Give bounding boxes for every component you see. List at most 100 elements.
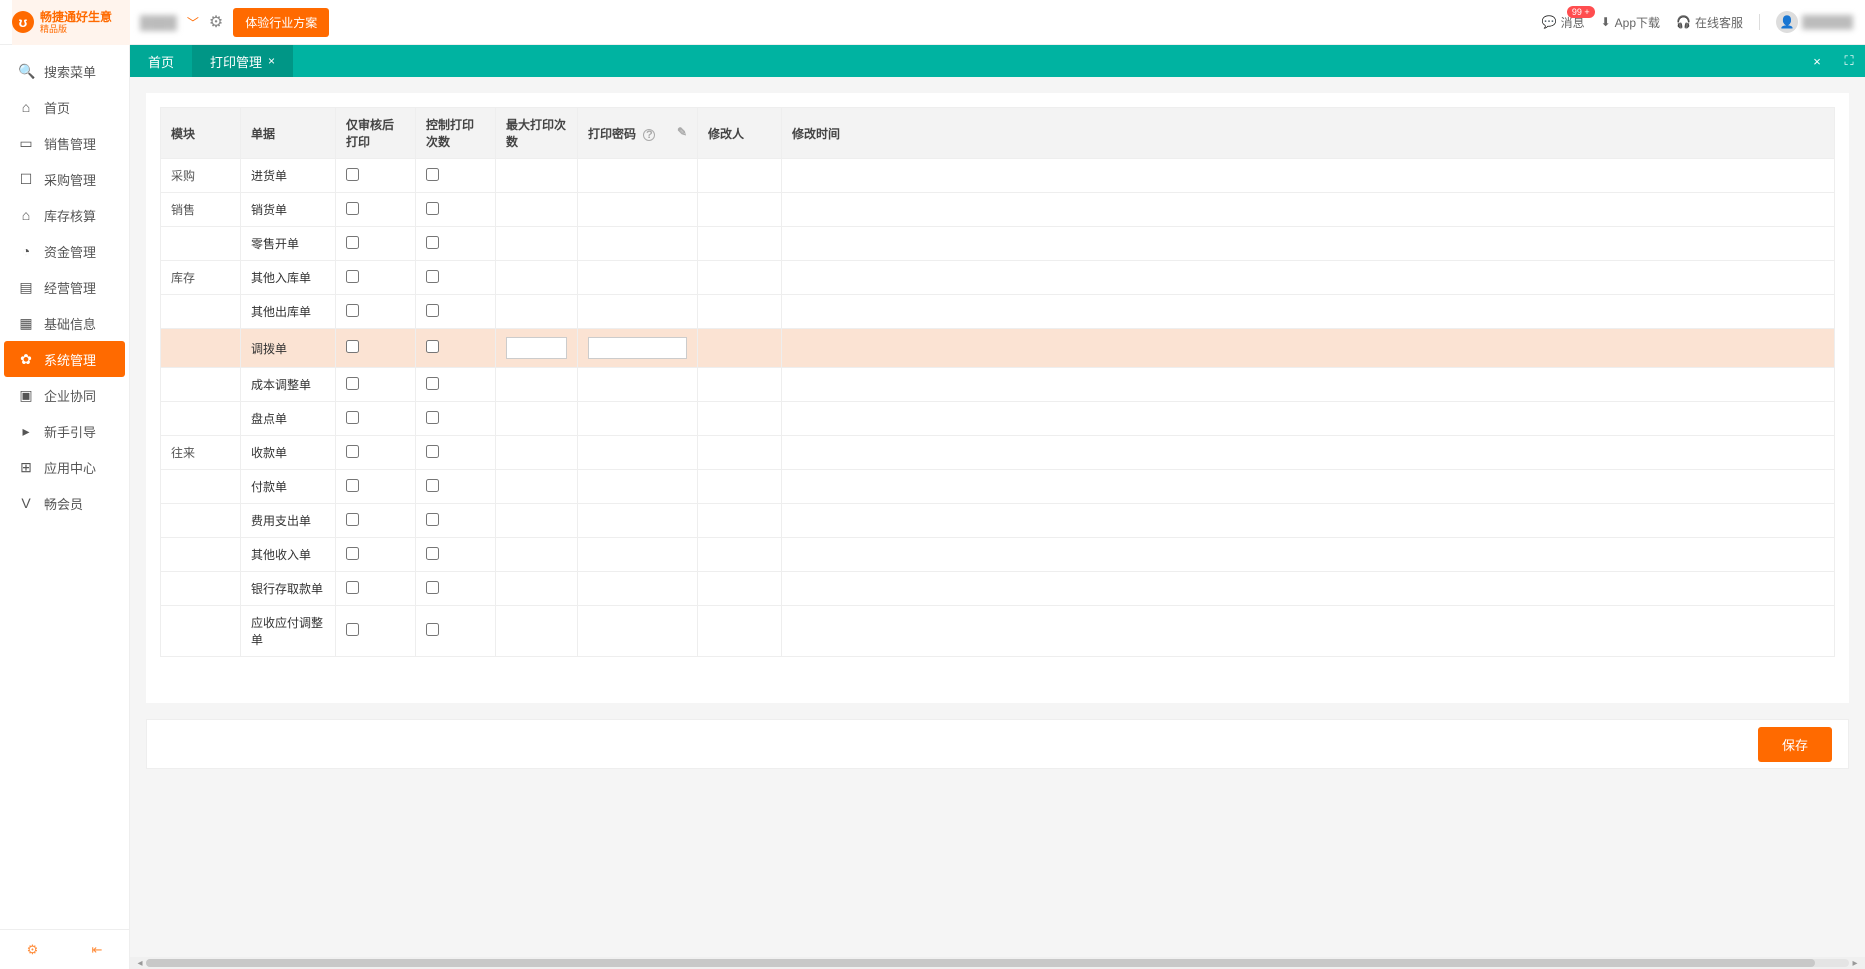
cell-audit-only <box>336 436 416 470</box>
cell-max-count <box>496 227 578 261</box>
cell-audit-only <box>336 402 416 436</box>
checkbox-audit-only[interactable] <box>346 270 359 283</box>
col-pwd: 打印密码 ? ✎ <box>578 108 698 159</box>
checkbox-ctrl-count[interactable] <box>426 411 439 424</box>
sidebar-item-operations[interactable]: ▤经营管理 <box>0 269 129 305</box>
sidebar-item-purchase[interactable]: ☐采购管理 <box>0 161 129 197</box>
checkbox-ctrl-count[interactable] <box>426 340 439 353</box>
cell-doc: 调拨单 <box>241 329 336 368</box>
sidebar-item-guide[interactable]: ▸新手引导 <box>0 413 129 449</box>
checkbox-ctrl-count[interactable] <box>426 304 439 317</box>
table-row: 其他出库单 <box>161 295 1835 329</box>
tab-print-manage[interactable]: 打印管理 × <box>192 45 293 77</box>
input-max-count[interactable] <box>506 337 567 359</box>
sidebar-item-guide-icon: ▸ <box>18 423 34 440</box>
sidebar-item-basic[interactable]: ▦基础信息 <box>0 305 129 341</box>
cell-doc: 其他出库单 <box>241 295 336 329</box>
checkbox-ctrl-count[interactable] <box>426 202 439 215</box>
industry-plan-button[interactable]: 体验行业方案 <box>233 8 329 37</box>
cell-mtime <box>782 329 1835 368</box>
sidebar-item-member[interactable]: V畅会员 <box>0 485 129 521</box>
settings-icon[interactable]: ⚙ <box>27 942 39 958</box>
checkbox-audit-only[interactable] <box>346 445 359 458</box>
table-row: 其他收入单 <box>161 538 1835 572</box>
checkbox-audit-only[interactable] <box>346 236 359 249</box>
cell-doc: 收款单 <box>241 436 336 470</box>
cell-modifier <box>698 159 782 193</box>
sidebar-item-search[interactable]: 🔍搜索菜单 <box>0 53 129 89</box>
cell-ctrl-count <box>416 159 496 193</box>
user-menu[interactable]: 👤 ██████ <box>1776 11 1853 33</box>
checkbox-audit-only[interactable] <box>346 168 359 181</box>
sidebar-item-inventory-label: 库存核算 <box>44 206 96 225</box>
cell-mtime <box>782 402 1835 436</box>
sidebar-item-funds-icon: ◔ <box>18 243 34 259</box>
cell-pwd <box>578 368 698 402</box>
checkbox-ctrl-count[interactable] <box>426 623 439 636</box>
sidebar-item-inventory[interactable]: ⌂库存核算 <box>0 197 129 233</box>
checkbox-ctrl-count[interactable] <box>426 513 439 526</box>
checkbox-ctrl-count[interactable] <box>426 479 439 492</box>
checkbox-ctrl-count[interactable] <box>426 445 439 458</box>
cell-doc: 进货单 <box>241 159 336 193</box>
cell-module <box>161 606 241 657</box>
cell-module <box>161 538 241 572</box>
cell-module: 往来 <box>161 436 241 470</box>
checkbox-ctrl-count[interactable] <box>426 581 439 594</box>
scroll-left-arrow[interactable]: ◂ <box>134 958 146 969</box>
cell-max-count <box>496 193 578 227</box>
scroll-thumb[interactable] <box>146 959 1815 967</box>
sidebar-item-home[interactable]: ⌂首页 <box>0 89 129 125</box>
checkbox-audit-only[interactable] <box>346 340 359 353</box>
checkbox-audit-only[interactable] <box>346 377 359 390</box>
checkbox-ctrl-count[interactable] <box>426 547 439 560</box>
cell-modifier <box>698 538 782 572</box>
cell-doc: 成本调整单 <box>241 368 336 402</box>
scroll-right-arrow[interactable]: ▸ <box>1849 958 1861 969</box>
sidebar-item-system[interactable]: ✿系统管理 <box>4 341 125 377</box>
messages-button[interactable]: 💬 消息 99 + <box>1542 14 1585 31</box>
checkbox-audit-only[interactable] <box>346 304 359 317</box>
sidebar-item-basic-icon: ▦ <box>18 315 34 332</box>
sidebar-item-search-label: 搜索菜单 <box>44 62 96 81</box>
sidebar: 🔍搜索菜单⌂首页▭销售管理☐采购管理⌂库存核算◔资金管理▤经营管理▦基础信息✿系… <box>0 45 130 969</box>
tenant-name[interactable]: ████ <box>140 15 177 30</box>
checkbox-audit-only[interactable] <box>346 623 359 636</box>
collapse-icon[interactable]: ⇤ <box>91 942 102 958</box>
checkbox-audit-only[interactable] <box>346 411 359 424</box>
help-icon[interactable]: ? <box>643 129 655 141</box>
checkbox-ctrl-count[interactable] <box>426 168 439 181</box>
sidebar-item-funds[interactable]: ◔资金管理 <box>0 233 129 269</box>
input-pwd[interactable] <box>588 337 687 359</box>
gear-icon[interactable]: ⚙ <box>209 12 223 32</box>
checkbox-audit-only[interactable] <box>346 547 359 560</box>
cell-module <box>161 227 241 261</box>
close-icon[interactable]: × <box>268 54 275 68</box>
sidebar-item-sales[interactable]: ▭销售管理 <box>0 125 129 161</box>
checkbox-ctrl-count[interactable] <box>426 377 439 390</box>
sidebar-item-collab[interactable]: ▣企业协同 <box>0 377 129 413</box>
online-service-button[interactable]: 🎧 在线客服 <box>1676 14 1743 31</box>
cell-ctrl-count <box>416 193 496 227</box>
edit-icon[interactable]: ✎ <box>677 125 687 139</box>
footer-bar: 保存 <box>146 719 1849 769</box>
horizontal-scrollbar[interactable]: ◂ ▸ <box>130 957 1865 969</box>
cell-ctrl-count <box>416 227 496 261</box>
checkbox-ctrl-count[interactable] <box>426 236 439 249</box>
checkbox-ctrl-count[interactable] <box>426 270 439 283</box>
chevron-down-icon[interactable]: ﹀ <box>187 14 199 31</box>
sidebar-item-system-icon: ✿ <box>18 351 34 368</box>
close-all-tabs-icon[interactable]: × <box>1801 45 1833 77</box>
sidebar-item-home-icon: ⌂ <box>18 99 34 115</box>
table-row: 费用支出单 <box>161 504 1835 538</box>
checkbox-audit-only[interactable] <box>346 513 359 526</box>
tab-home[interactable]: 首页 <box>130 45 192 77</box>
checkbox-audit-only[interactable] <box>346 202 359 215</box>
sidebar-item-apps[interactable]: ⊞应用中心 <box>0 449 129 485</box>
sidebar-item-purchase-icon: ☐ <box>18 171 34 188</box>
checkbox-audit-only[interactable] <box>346 479 359 492</box>
fullscreen-icon[interactable]: ⛶ <box>1833 45 1865 77</box>
save-button[interactable]: 保存 <box>1758 727 1832 762</box>
checkbox-audit-only[interactable] <box>346 581 359 594</box>
app-download-button[interactable]: ⬇ App下载 <box>1601 14 1660 31</box>
